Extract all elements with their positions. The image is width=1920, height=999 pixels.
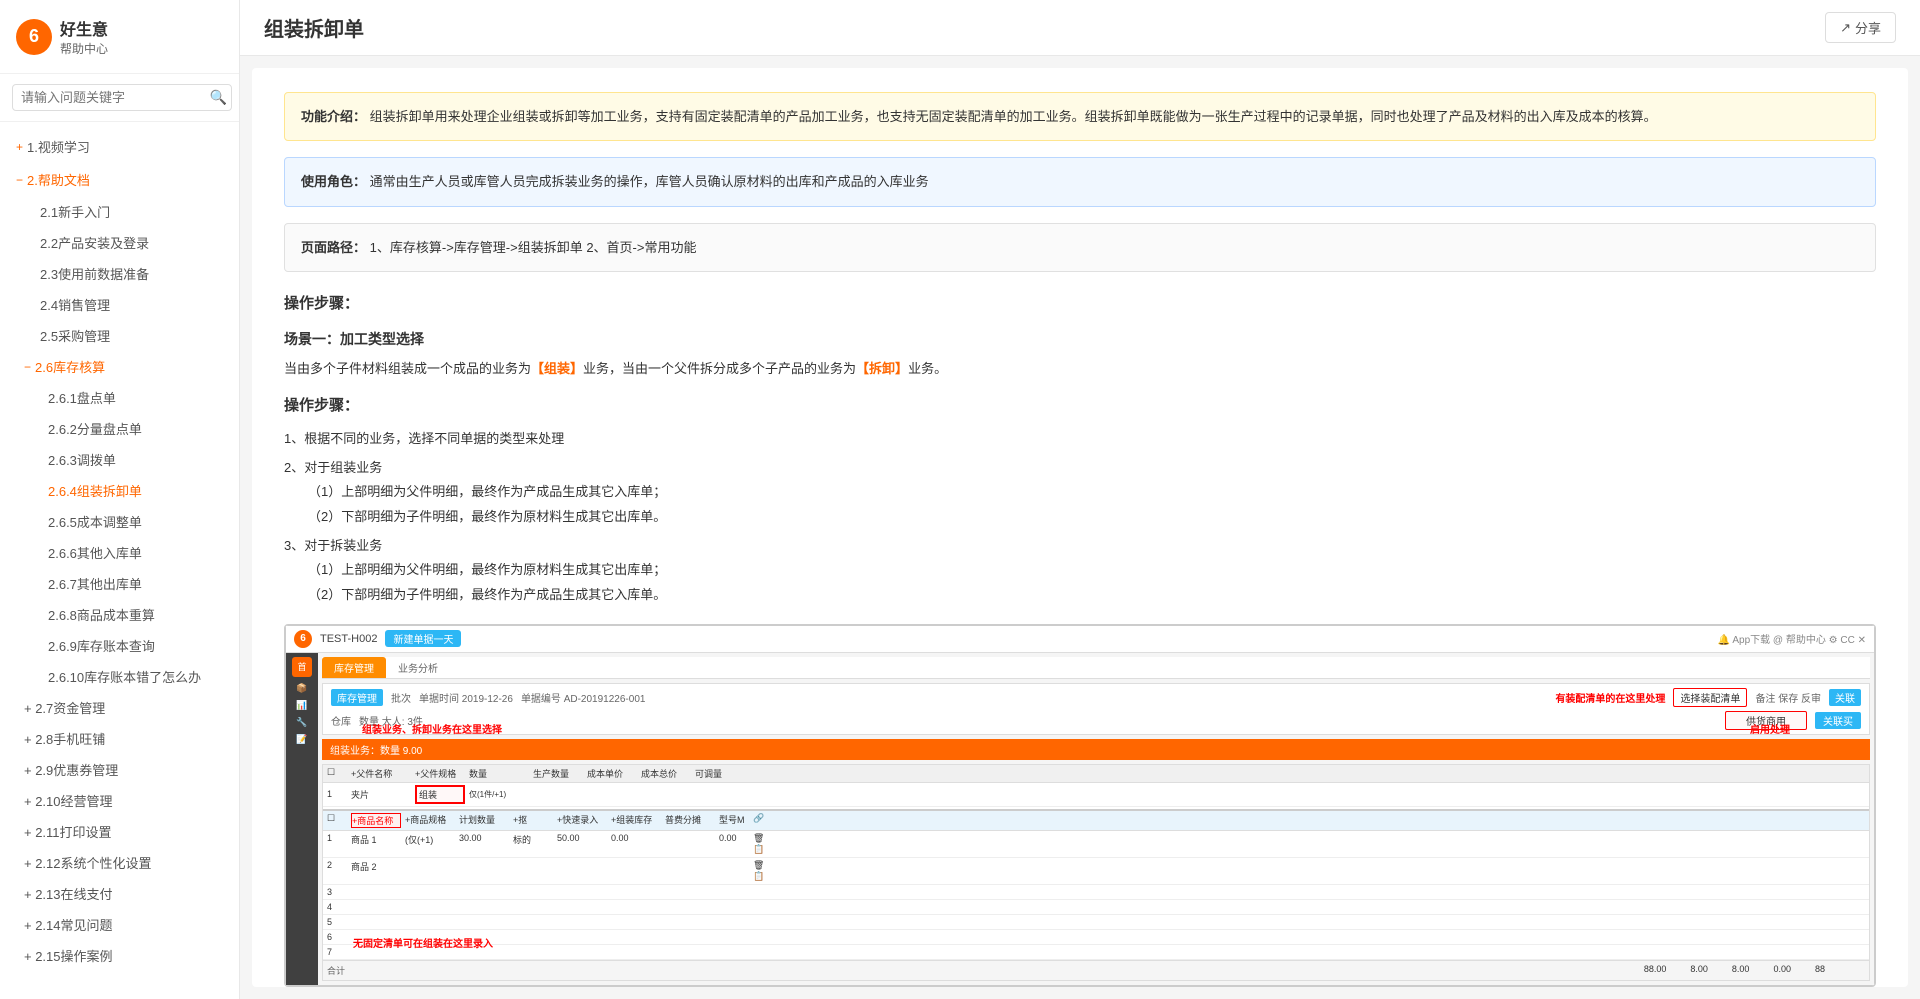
nav-group-2-6: − 2.6库存核算 2.6.1盘点单 2.6.2分量盘点单 2.6.3调拨单 2… [8, 351, 239, 692]
sidebar-item-other-out[interactable]: 2.6.7其他出库单 [16, 568, 239, 599]
main: 组装拆卸单 ↗ 分享 功能介绍： 组装拆卸单用来处理企业组装或拆卸等加工业务，支… [240, 0, 1920, 999]
path-text: 1、库存核算->库存管理->组装拆卸单 2、首页->常用功能 [370, 240, 697, 255]
logo-area: 6 好生意 帮助中心 [0, 0, 239, 74]
ops-title: 操作步骤： [284, 292, 1876, 313]
mock-icons: 🔔 App下载 @ 帮助中心 ⚙ CC ✕ [1718, 631, 1866, 646]
mock-sidenav: 首 📦 📊 🔧 📝 [286, 653, 318, 985]
nav-tree: + 1.视频学习 − 2.帮助文档 2.1新手入门 2.2产品安装及登录 2.3… [0, 122, 239, 999]
nav-label-2: 2.帮助文档 [27, 170, 90, 189]
search-area: 🔍 [0, 74, 239, 122]
sidebar-item-finance[interactable]: + 2.7资金管理 [8, 692, 239, 723]
screenshot-mock: 6 TEST-H002 新建单据一天 🔔 App下载 @ 帮助中心 ⚙ CC ✕… [284, 624, 1876, 987]
step-title: 操作步骤： [284, 394, 1876, 415]
path-label: 页面路径： [301, 240, 366, 255]
share-button[interactable]: ↗ 分享 [1825, 12, 1896, 43]
role-label: 使用角色： [301, 174, 366, 189]
sidebar-item-stocktake[interactable]: 2.6.1盘点单 [16, 382, 239, 413]
path-block: 页面路径： 1、库存核算->库存管理->组装拆卸单 2、首页->常用功能 [284, 223, 1876, 272]
sidebar-item-personalize[interactable]: + 2.12系统个性化设置 [8, 847, 239, 878]
nav-label-2-6: 2.6库存核算 [35, 357, 105, 376]
func-intro-text: 组装拆卸单用来处理企业组装或拆卸等加工业务，支持有固定装配清单的产品加工业务，也… [370, 109, 1657, 124]
mock-title: TEST-H002 [320, 633, 377, 645]
sidebar-item-assembly[interactable]: 2.6.4组装拆卸单 [16, 475, 239, 506]
sidebar-item-mobile[interactable]: + 2.8手机旺铺 [8, 723, 239, 754]
role-block: 使用角色： 通常由生产人员或库管人员完成拆装业务的操作，库管人员确认原材料的出库… [284, 157, 1876, 206]
nav-label-1: 1.视频学习 [27, 137, 90, 156]
step-2-1: （1）上部明细为父件明细，最终作为产成品生成其它入库单； [284, 480, 1876, 505]
share-icon: ↗ [1840, 20, 1851, 36]
sidebar-item-online-pay[interactable]: + 2.13在线支付 [8, 878, 239, 909]
nav-children-2-6: 2.6.1盘点单 2.6.2分量盘点单 2.6.3调拨单 2.6.4组装拆卸单 … [8, 382, 239, 692]
nav-children-2: 2.1新手入门 2.2产品安装及登录 2.3使用前数据准备 2.4销售管理 2.… [0, 196, 239, 971]
scene-desc: 当由多个子件材料组装成一个成品的业务为【组装】业务，当由一个父件拆分成多个子产品… [284, 357, 1876, 382]
sidebar: 6 好生意 帮助中心 🔍 + 1.视频学习 − 2.帮助文档 2.1新手入门 2 [0, 0, 240, 999]
mock-tabs: 库存管理 业务分析 [322, 657, 1870, 679]
sidebar-item-cost-recalc[interactable]: 2.6.8商品成本重算 [16, 599, 239, 630]
mock-logo: 6 [294, 630, 312, 648]
annotation-bottom-left: 无固定清单可在组装在这里录入 [353, 935, 493, 950]
step-1: 1、根据不同的业务，选择不同单据的类型来处理 [284, 427, 1876, 452]
mock-new-btn: 新建单据一天 [385, 630, 461, 647]
app-subname: 帮助中心 [60, 40, 108, 57]
step-2: 2、对于组装业务 [284, 456, 1876, 481]
step-2-2: （2）下部明细为子件明细，最终作为原材料生成其它出库单。 [284, 505, 1876, 530]
nav-group-2: − 2.帮助文档 2.1新手入门 2.2产品安装及登录 2.3使用前数据准备 2… [0, 163, 239, 971]
sidebar-item-data-prep[interactable]: 2.3使用前数据准备 [8, 258, 239, 289]
sidebar-item-video[interactable]: + 1.视频学习 [0, 130, 239, 163]
sidebar-item-cost-adjust[interactable]: 2.6.5成本调整单 [16, 506, 239, 537]
sidebar-item-print[interactable]: + 2.11打印设置 [8, 816, 239, 847]
mock-table-area: ☐ +父件名称 +父件规格 数量 生产数量 成本单价 成本总价 可调量 [322, 764, 1870, 981]
sidebar-item-cases[interactable]: + 2.15操作案例 [8, 940, 239, 971]
step-3-2: （2）下部明细为子件明细，最终作为产成品生成其它入库单。 [284, 583, 1876, 608]
step-3-1: （1）上部明细为父件明细，最终作为原材料生成其它出库单； [284, 558, 1876, 583]
logo-icon: 6 [16, 19, 52, 55]
func-intro-label: 功能介绍： [301, 109, 366, 124]
sidebar-item-inv-error[interactable]: 2.6.10库存账本错了怎么办 [16, 661, 239, 692]
sidebar-item-purchase[interactable]: 2.5采购管理 [8, 320, 239, 351]
sidebar-item-inv-query[interactable]: 2.6.9库存账本查询 [16, 630, 239, 661]
search-input[interactable] [12, 84, 232, 111]
sidebar-item-mgmt[interactable]: + 2.10经营管理 [8, 785, 239, 816]
sidebar-item-coupon[interactable]: + 2.9优惠券管理 [8, 754, 239, 785]
scene-title: 场景一：加工类型选择 [284, 329, 1876, 349]
sidebar-item-partial-stocktake[interactable]: 2.6.2分量盘点单 [16, 413, 239, 444]
sidebar-item-inventory[interactable]: − 2.6库存核算 [8, 351, 239, 382]
mock-form-header: 库存管理 批次 单据时间 2019-12-26 单据编号 AD-20191226… [322, 683, 1870, 735]
mock-type-bar: 组装业务：数量 9.00 组装业务、拆卸业务在这里选择 启用处理 [322, 739, 1870, 760]
sidebar-item-sales[interactable]: 2.4销售管理 [8, 289, 239, 320]
sidebar-item-transfer[interactable]: 2.6.3调拨单 [16, 444, 239, 475]
sidebar-item-newcomer[interactable]: 2.1新手入门 [8, 196, 239, 227]
app-name: 好生意 [60, 16, 108, 40]
sidebar-item-install[interactable]: 2.2产品安装及登录 [8, 227, 239, 258]
sidebar-item-help-doc[interactable]: − 2.帮助文档 [0, 163, 239, 196]
func-intro-block: 功能介绍： 组装拆卸单用来处理企业组装或拆卸等加工业务，支持有固定装配清单的产品… [284, 92, 1876, 141]
role-text: 通常由生产人员或库管人员完成拆装业务的操作，库管人员确认原材料的出库和产成品的入… [370, 174, 929, 189]
topbar: 组装拆卸单 ↗ 分享 [240, 0, 1920, 56]
content-area: 功能介绍： 组装拆卸单用来处理企业组装或拆卸等加工业务，支持有固定装配清单的产品… [252, 68, 1908, 987]
step-3: 3、对于拆装业务 [284, 534, 1876, 559]
sidebar-item-faq[interactable]: + 2.14常见问题 [8, 909, 239, 940]
sidebar-item-other-in[interactable]: 2.6.6其他入库单 [16, 537, 239, 568]
search-icon[interactable]: 🔍 [210, 89, 227, 106]
nav-group-1: + 1.视频学习 [0, 130, 239, 163]
page-title: 组装拆卸单 [264, 13, 364, 42]
